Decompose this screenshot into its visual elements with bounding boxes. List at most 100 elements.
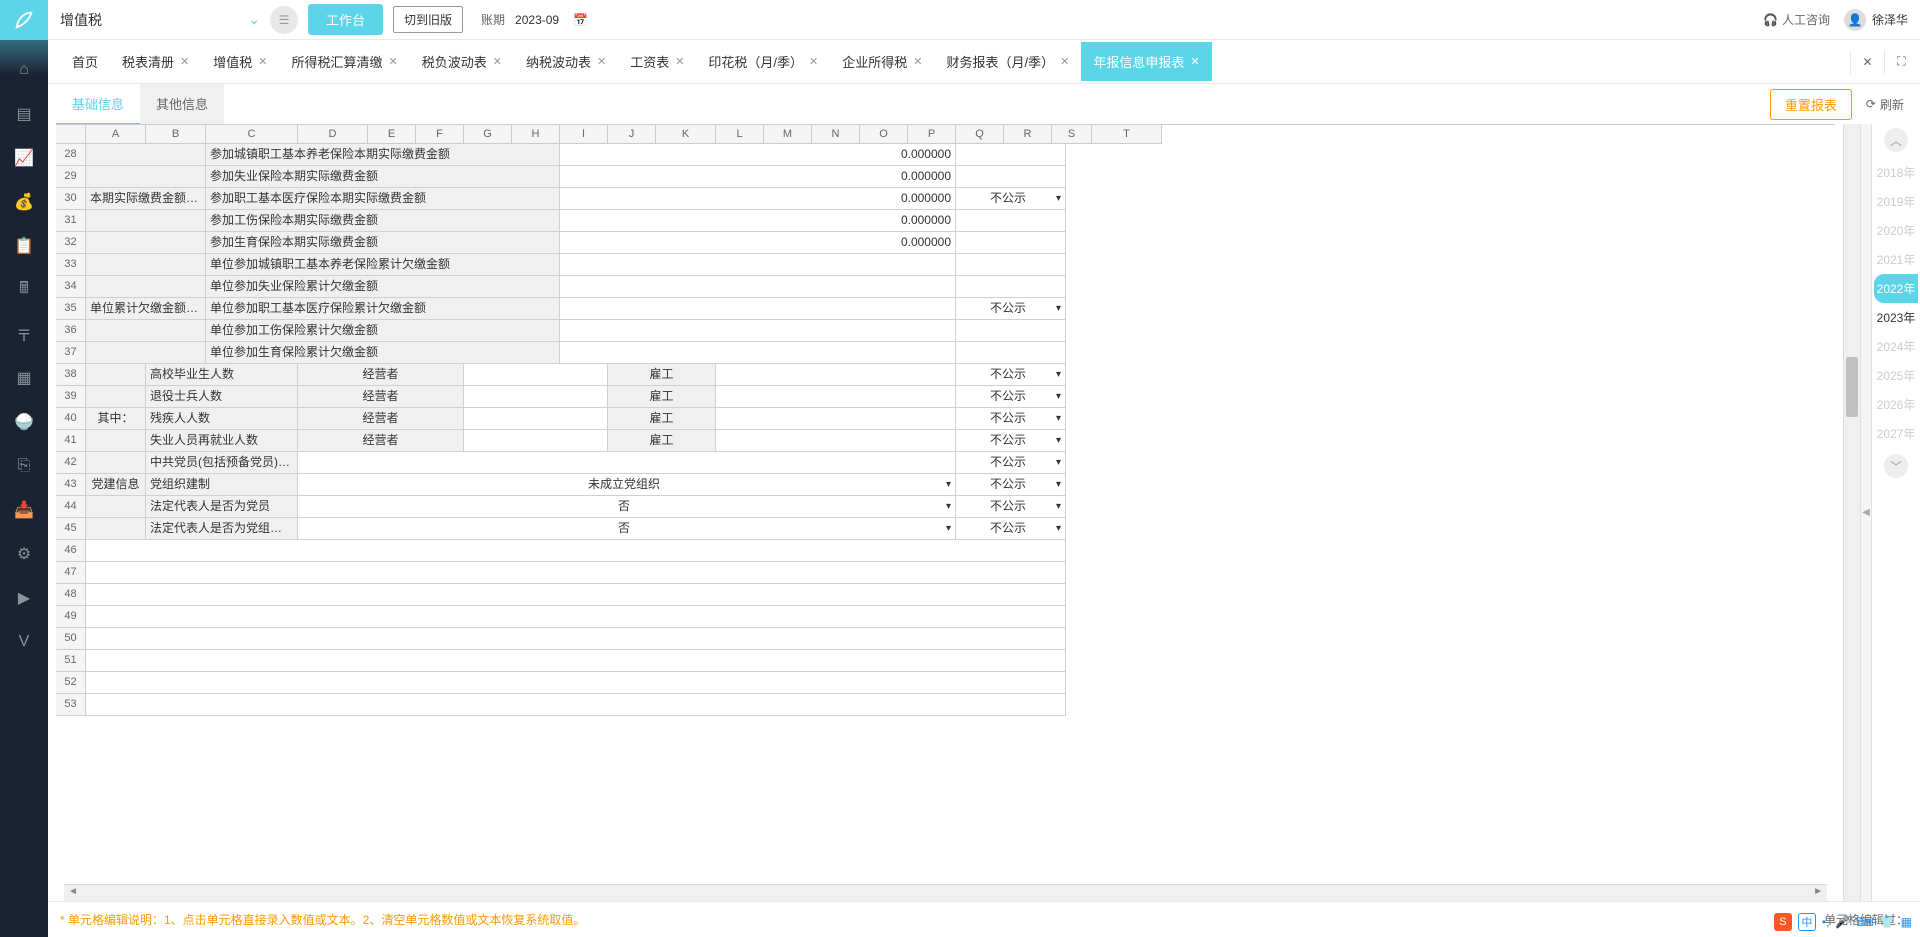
ime-s-icon[interactable]: S	[1774, 913, 1792, 931]
tab-close-icon[interactable]: ✕	[913, 55, 922, 68]
col-header-R[interactable]: R	[1004, 125, 1052, 144]
subtab-basic[interactable]: 基础信息	[56, 84, 140, 125]
empty-cell[interactable]	[86, 694, 1066, 716]
year-2024年[interactable]: 2024年	[1874, 332, 1918, 361]
tab-财务报表（月/季）[interactable]: 财务报表（月/季）✕	[935, 42, 1082, 81]
row-header[interactable]: 32	[56, 232, 86, 254]
group4-value[interactable]	[298, 452, 956, 474]
row-header[interactable]: 36	[56, 320, 86, 342]
value-cell[interactable]	[716, 386, 956, 408]
gear-icon[interactable]: ⚙	[12, 542, 36, 566]
year-2025年[interactable]: 2025年	[1874, 361, 1918, 390]
year-2020年[interactable]: 2020年	[1874, 216, 1918, 245]
disclose-dropdown[interactable]: 不公示	[956, 364, 1066, 386]
tab-增值税[interactable]: 增值税✕	[201, 42, 279, 81]
module-dropdown[interactable]: 增值税 ⌄	[60, 10, 260, 30]
year-2022年[interactable]: 2022年	[1874, 274, 1918, 303]
value-cell[interactable]	[464, 430, 608, 452]
value-cell[interactable]	[464, 364, 608, 386]
ime-comma-icon[interactable]: •,	[1822, 915, 1830, 929]
col-header-S[interactable]: S	[1052, 125, 1092, 144]
year-2026年[interactable]: 2026年	[1874, 390, 1918, 419]
ime-mic-icon[interactable]: 🎤	[1835, 915, 1850, 929]
horizontal-scrollbar[interactable]	[64, 884, 1827, 901]
empty-cell[interactable]	[86, 672, 1066, 694]
tab-印花税（月/季）[interactable]: 印花税（月/季）✕	[696, 42, 830, 81]
grid-icon[interactable]: ▦	[12, 366, 36, 390]
col-header-A[interactable]: A	[86, 125, 146, 144]
tab-close-icon[interactable]: ✕	[597, 55, 606, 68]
value-cell[interactable]: 0.000000	[560, 232, 956, 254]
col-header-N[interactable]: N	[812, 125, 860, 144]
row-header[interactable]: 50	[56, 628, 86, 650]
row-header[interactable]: 39	[56, 386, 86, 408]
header-corner[interactable]	[56, 125, 86, 144]
empty-cell[interactable]	[86, 650, 1066, 672]
cell[interactable]	[956, 320, 1066, 342]
col-header-B[interactable]: B	[146, 125, 206, 144]
tab-工资表[interactable]: 工资表✕	[618, 42, 696, 81]
reset-button[interactable]: 重置报表	[1770, 89, 1852, 120]
col-header-J[interactable]: J	[608, 125, 656, 144]
year-down-icon[interactable]: ﹀	[1884, 454, 1908, 478]
tab-首页[interactable]: 首页	[60, 42, 110, 81]
switch-old-button[interactable]: 切到旧版	[393, 6, 463, 33]
value-cell[interactable]: 0.000000	[560, 188, 956, 210]
row-header[interactable]: 31	[56, 210, 86, 232]
tab-close-icon[interactable]: ✕	[1190, 55, 1199, 68]
calendar-icon[interactable]: 📅	[573, 13, 588, 27]
tab-close-icon[interactable]: ✕	[258, 55, 267, 68]
play-icon[interactable]: ▶	[12, 586, 36, 610]
col-header-D[interactable]: D	[298, 125, 368, 144]
disclose-dropdown[interactable]: 不公示	[956, 188, 1066, 210]
col-header-G[interactable]: G	[464, 125, 512, 144]
ime-skin-icon[interactable]: 👕	[1880, 915, 1895, 929]
list-button[interactable]: ☰	[270, 6, 298, 34]
clipboard-icon[interactable]: 📋	[12, 234, 36, 258]
value-cell[interactable]	[560, 254, 956, 276]
tab-close-icon[interactable]: ✕	[675, 55, 684, 68]
row-header[interactable]: 29	[56, 166, 86, 188]
row-header[interactable]: 44	[56, 496, 86, 518]
value-cell[interactable]: 0.000000	[560, 166, 956, 188]
row-header[interactable]: 30	[56, 188, 86, 210]
row-header[interactable]: 43	[56, 474, 86, 496]
cell[interactable]	[956, 342, 1066, 364]
cell[interactable]	[956, 232, 1066, 254]
col-header-M[interactable]: M	[764, 125, 812, 144]
col-header-F[interactable]: F	[416, 125, 464, 144]
empty-cell[interactable]	[86, 584, 1066, 606]
row-header[interactable]: 37	[56, 342, 86, 364]
row-header[interactable]: 46	[56, 540, 86, 562]
cell[interactable]	[956, 210, 1066, 232]
refresh-button[interactable]: ⟳ 刷新	[1866, 96, 1904, 113]
year-2027年[interactable]: 2027年	[1874, 419, 1918, 448]
row-header[interactable]: 41	[56, 430, 86, 452]
tab-企业所得税[interactable]: 企业所得税✕	[830, 42, 934, 81]
disclose-dropdown[interactable]: 不公示	[956, 298, 1066, 320]
row-header[interactable]: 42	[56, 452, 86, 474]
disclose-dropdown[interactable]: 不公示	[956, 430, 1066, 452]
col-header-L[interactable]: L	[716, 125, 764, 144]
year-2019年[interactable]: 2019年	[1874, 187, 1918, 216]
expand-icon[interactable]: ⛶	[1884, 50, 1908, 74]
ime-zh-icon[interactable]: 中	[1798, 913, 1816, 931]
spreadsheet-grid[interactable]: 28参加城镇职工基本养老保险本期实际缴费金额0.00000029参加失业保险本期…	[56, 144, 1835, 884]
ime-kbd-icon[interactable]: ⌨	[1856, 915, 1873, 929]
tab-年报信息申报表[interactable]: 年报信息申报表✕	[1081, 42, 1211, 81]
row-header[interactable]: 33	[56, 254, 86, 276]
empty-cell[interactable]	[86, 540, 1066, 562]
empty-cell[interactable]	[86, 606, 1066, 628]
year-2018年[interactable]: 2018年	[1874, 158, 1918, 187]
calc-icon[interactable]: 🖩	[12, 278, 36, 302]
row-header[interactable]: 52	[56, 672, 86, 694]
support-link[interactable]: 🎧 人工咨询	[1763, 11, 1830, 28]
inbox-icon[interactable]: 📥	[12, 498, 36, 522]
group4-value[interactable]: 未成立党组织	[298, 474, 956, 496]
row-header[interactable]: 48	[56, 584, 86, 606]
value-cell[interactable]	[716, 364, 956, 386]
collapse-handle[interactable]: ◀	[1860, 124, 1872, 901]
row-header[interactable]: 40	[56, 408, 86, 430]
col-header-E[interactable]: E	[368, 125, 416, 144]
col-header-H[interactable]: H	[512, 125, 560, 144]
